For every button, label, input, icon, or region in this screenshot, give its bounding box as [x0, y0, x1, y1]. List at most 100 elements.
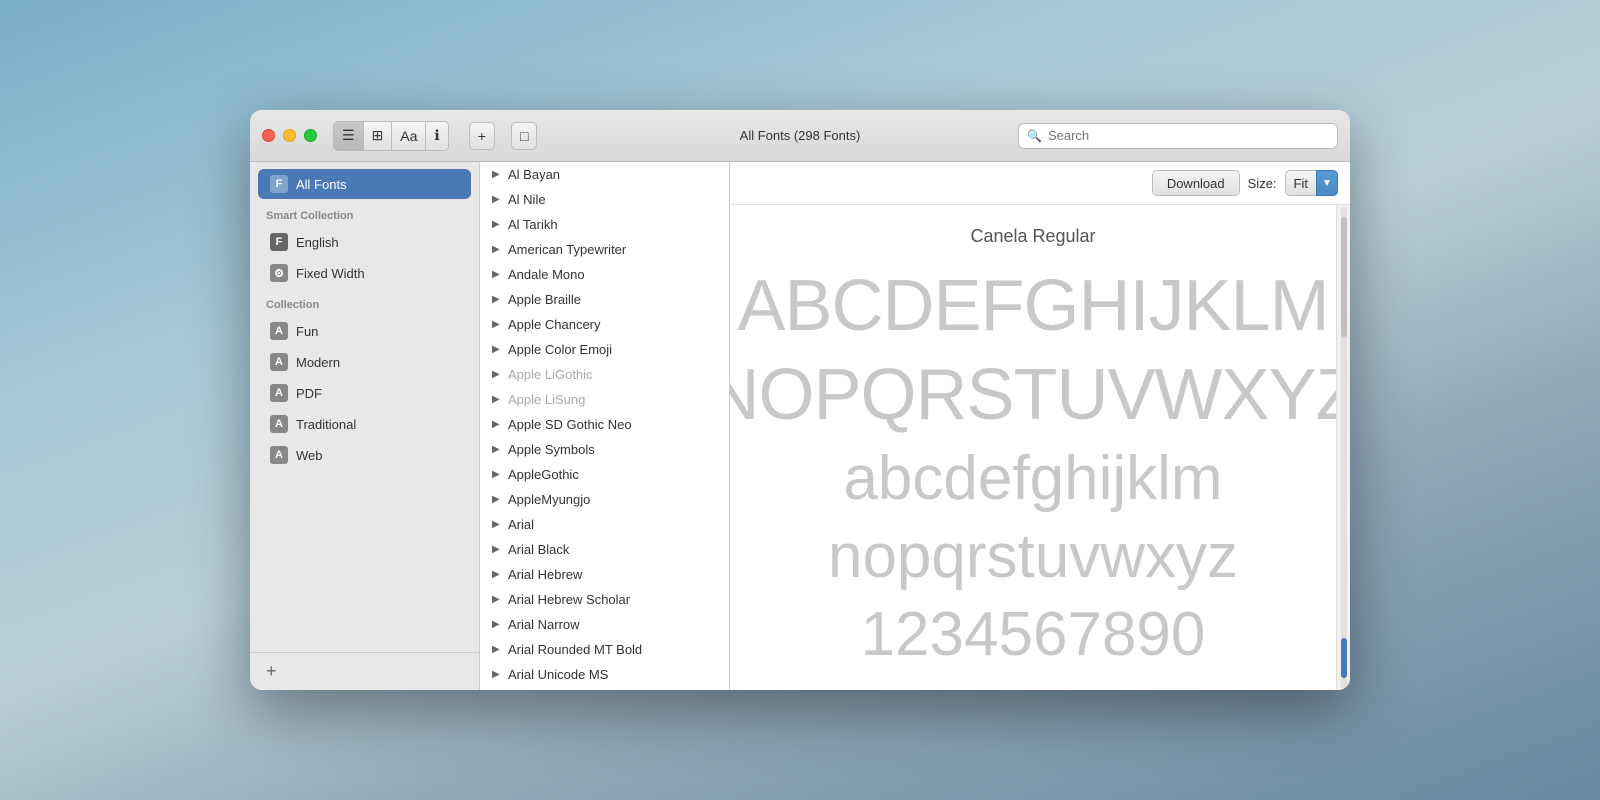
expand-arrow-icon: ▶ [492, 344, 504, 355]
font-preview-button[interactable]: Aa [392, 122, 426, 150]
expand-arrow-icon: ▶ [492, 619, 504, 630]
add-collection-button[interactable]: + [266, 661, 277, 682]
font-name-label: Apple Braille [508, 292, 581, 307]
modern-icon: A [270, 353, 288, 371]
font-book-window: ☰ ⊞ Aa ℹ + □ All Fonts (298 Fonts) 🔍 F A… [250, 110, 1350, 690]
fun-icon: A [270, 322, 288, 340]
sidebar-item-fun[interactable]: A Fun [258, 316, 471, 346]
font-list-item[interactable]: ▶American Typewriter [480, 237, 729, 262]
preview-font-name: Canela Regular [970, 226, 1095, 247]
expand-arrow-icon: ▶ [492, 369, 504, 380]
sidebar-item-pdf[interactable]: A PDF [258, 378, 471, 408]
font-name-label: Al Nile [508, 192, 546, 207]
font-list-item[interactable]: ▶ Arial Rounded MT Bold [480, 637, 729, 662]
font-list-item[interactable]: ▶AppleMyungjo [480, 487, 729, 512]
traditional-label: Traditional [296, 417, 356, 432]
english-icon: F [270, 233, 288, 251]
expand-arrow-icon: ▶ [492, 669, 504, 680]
view-toggle-group: ☰ ⊞ Aa ℹ [333, 121, 449, 151]
size-label: Size: [1248, 176, 1277, 191]
font-name-label: Apple LiSung [508, 392, 585, 407]
close-button[interactable] [262, 129, 275, 142]
font-name-label: American Typewriter [508, 242, 626, 257]
expand-arrow-icon: ▶ [492, 644, 504, 655]
font-list-item[interactable]: ▶Arial Narrow [480, 612, 729, 637]
web-label: Web [296, 448, 323, 463]
font-list-item[interactable]: ▶ Andale Mono [480, 262, 729, 287]
main-content: F All Fonts Smart Collection F English ⚙… [250, 162, 1350, 690]
window-title: All Fonts (298 Fonts) [740, 128, 861, 143]
scrollbar-thumb-top[interactable] [1341, 217, 1347, 337]
font-list-item[interactable]: ▶AppleGothic [480, 462, 729, 487]
font-name-label: Arial Hebrew Scholar [508, 592, 630, 607]
web-icon: A [270, 446, 288, 464]
modern-label: Modern [296, 355, 340, 370]
sidebar-item-web[interactable]: A Web [258, 440, 471, 470]
preview-content: Canela Regular ABCDEFGHIJKLM NOPQRSTUVWX… [730, 205, 1350, 690]
grid-view-button[interactable]: ⊞ [364, 122, 393, 150]
expand-arrow-icon: ▶ [492, 594, 504, 605]
search-icon: 🔍 [1027, 129, 1042, 143]
preview-lowercase1: abcdefghijklm [843, 445, 1222, 513]
sidebar-item-traditional[interactable]: A Traditional [258, 409, 471, 439]
sidebar-item-all-fonts[interactable]: F All Fonts [258, 169, 471, 199]
font-name-label: Andale Mono [508, 267, 585, 282]
font-list-item[interactable]: ▶Avenir [480, 687, 729, 690]
font-list-item[interactable]: ▶ Arial Black [480, 537, 729, 562]
fixed-width-icon: ⚙ [270, 264, 288, 282]
font-list-item[interactable]: ▶Apple Braille [480, 287, 729, 312]
font-list-item[interactable]: ▶Arial Unicode MS [480, 662, 729, 687]
sidebar-bottom: + [250, 652, 479, 690]
minimize-button[interactable] [283, 129, 296, 142]
font-list-item[interactable]: ▶Apple LiSung [480, 387, 729, 412]
expand-arrow-icon: ▶ [492, 194, 504, 205]
list-view-button[interactable]: ☰ [334, 122, 364, 150]
expand-arrow-icon: ▶ [492, 269, 504, 280]
preview-scrollbar[interactable] [1336, 205, 1350, 690]
traditional-icon: A [270, 415, 288, 433]
scrollbar-thumb-bottom[interactable] [1341, 638, 1347, 678]
download-button[interactable]: Download [1152, 170, 1240, 196]
font-list-item[interactable]: ▶Al Bayan [480, 162, 729, 187]
maximize-button[interactable] [304, 129, 317, 142]
font-list-item[interactable]: ▶Apple SD Gothic Neo [480, 412, 729, 437]
font-list-scroll[interactable]: ▶Al Bayan▶Al Nile▶Al Tarikh▶American Typ… [480, 162, 729, 690]
preview-panel: Download Size: Fit ▼ Canela Regular ABCD… [730, 162, 1350, 690]
title-bar: ☰ ⊞ Aa ℹ + □ All Fonts (298 Fonts) 🔍 [250, 110, 1350, 162]
font-name-label: Apple Symbols [508, 442, 595, 457]
all-fonts-icon: F [270, 175, 288, 193]
font-name-label: AppleGothic [508, 467, 579, 482]
toolbar: ☰ ⊞ Aa ℹ + □ [333, 121, 537, 151]
scrollbar-track[interactable] [1341, 207, 1347, 688]
font-list-item[interactable]: ▶Arial [480, 512, 729, 537]
add-button[interactable]: + [469, 122, 495, 150]
font-name-label: Arial Rounded MT Bold [508, 642, 642, 657]
preview-uppercase1: ABCDEFGHIJKLM [737, 267, 1328, 346]
font-list-item[interactable]: ▶Al Tarikh [480, 212, 729, 237]
font-list-item[interactable]: ▶Apple Chancery [480, 312, 729, 337]
font-list-item[interactable]: ▶ Al Nile [480, 187, 729, 212]
collection-heading: Collection [250, 289, 479, 315]
search-input[interactable] [1048, 128, 1329, 143]
size-select[interactable]: Fit ▼ [1285, 170, 1338, 196]
search-bar[interactable]: 🔍 [1018, 123, 1338, 149]
font-name-label: AppleMyungjo [508, 492, 590, 507]
preview-mode-button[interactable]: □ [511, 122, 537, 150]
font-list-item[interactable]: ▶Arial Hebrew [480, 562, 729, 587]
font-list-item[interactable]: ▶Apple Symbols [480, 437, 729, 462]
font-list-item[interactable]: ▶ Arial Hebrew Scholar [480, 587, 729, 612]
size-dropdown-arrow[interactable]: ▼ [1316, 170, 1338, 196]
font-name-label: Arial Black [508, 542, 569, 557]
english-label: English [296, 235, 339, 250]
sidebar-item-english[interactable]: F English [258, 227, 471, 257]
expand-arrow-icon: ▶ [492, 219, 504, 230]
sidebar-item-modern[interactable]: A Modern [258, 347, 471, 377]
expand-arrow-icon: ▶ [492, 544, 504, 555]
sidebar: F All Fonts Smart Collection F English ⚙… [250, 162, 480, 690]
font-list-item[interactable]: ▶Apple LiGothic [480, 362, 729, 387]
sidebar-item-fixed-width[interactable]: ⚙ Fixed Width [258, 258, 471, 288]
expand-arrow-icon: ▶ [492, 419, 504, 430]
info-button[interactable]: ℹ [426, 122, 447, 150]
font-name-label: Arial [508, 517, 534, 532]
font-list-item[interactable]: ▶Apple Color Emoji [480, 337, 729, 362]
